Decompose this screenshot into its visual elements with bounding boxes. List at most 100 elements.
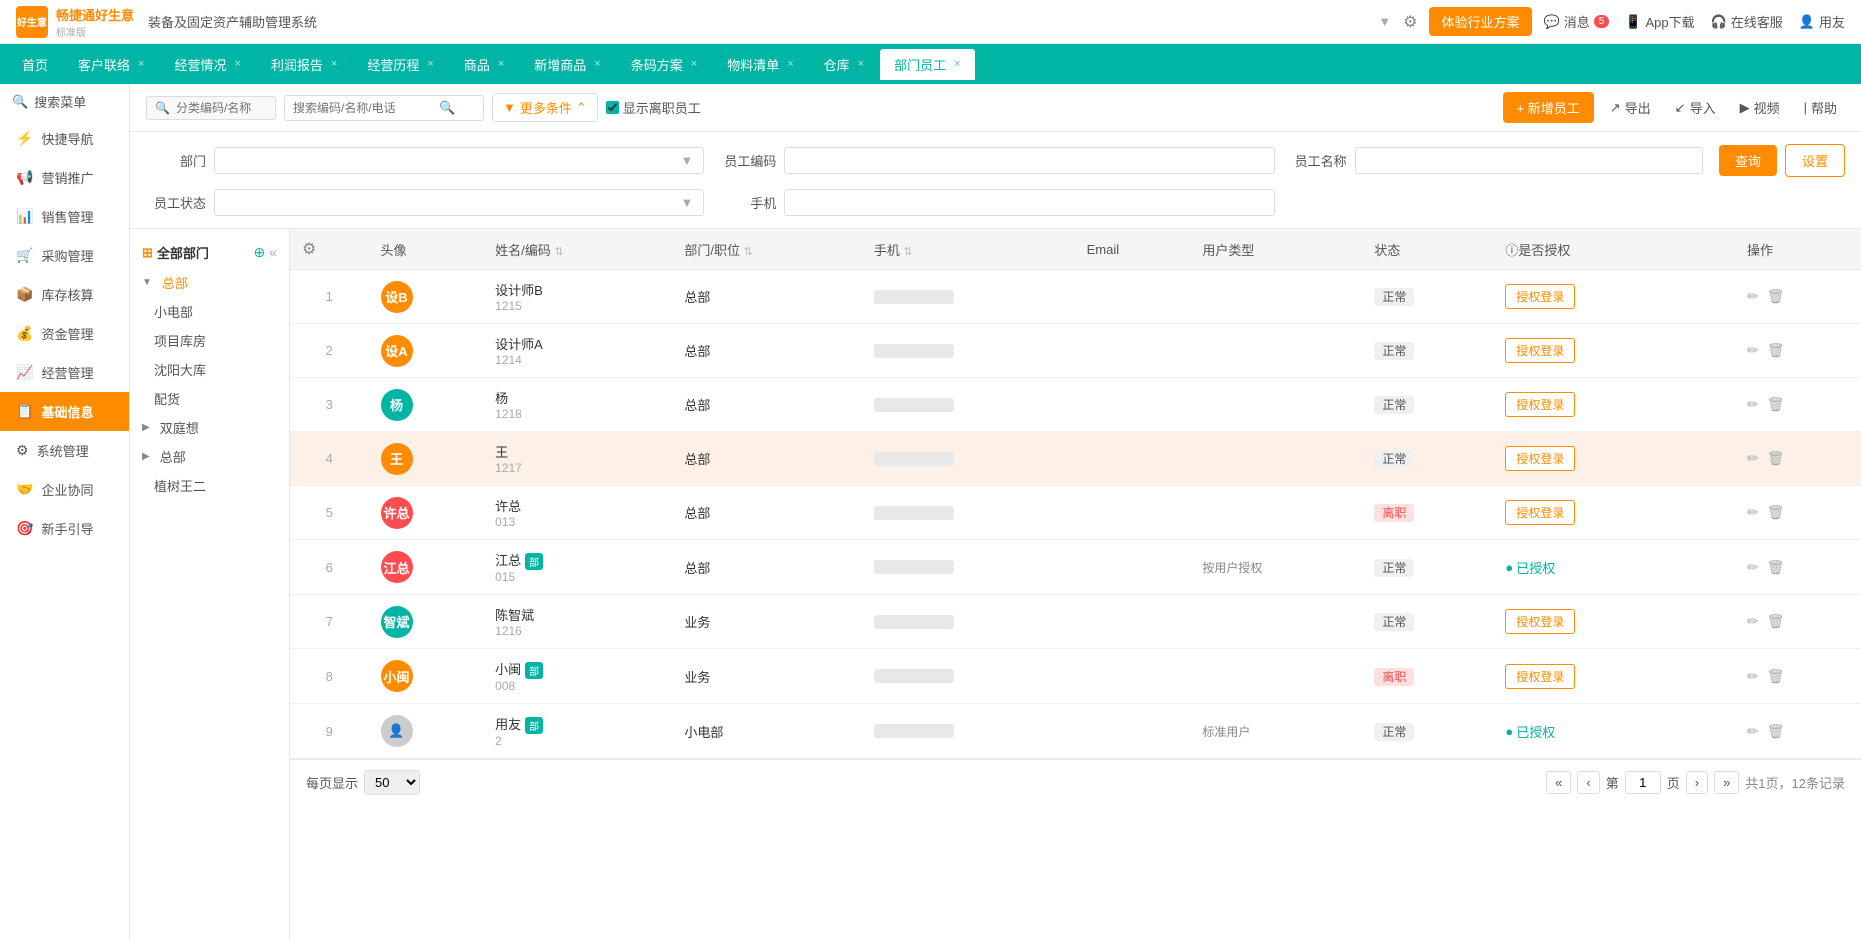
auth-button[interactable]: 授权登录 [1505, 500, 1575, 525]
export-button[interactable]: ↗ 导出 [1602, 94, 1659, 121]
tab-employee[interactable]: 部门员工 × [880, 49, 974, 80]
dept-item-zhishu[interactable]: 植树王二 [138, 471, 289, 500]
dept-item-peihuo[interactable]: 配货 [138, 384, 289, 413]
auth-button[interactable]: 授权登录 [1505, 338, 1575, 363]
page-number-input[interactable] [1625, 771, 1661, 794]
close-icon[interactable]: × [234, 58, 240, 70]
emp-name-input[interactable] [1355, 147, 1703, 174]
classify-search-input[interactable] [176, 101, 266, 115]
close-icon[interactable]: × [427, 58, 433, 70]
sidebar-item-inventory[interactable]: 📦库存核算 [0, 275, 129, 314]
show-resign-toggle[interactable]: 显示离职员工 [606, 98, 701, 117]
dept-item-shuangting[interactable]: ▶双庭想 [130, 413, 289, 442]
sidebar-item-purchase[interactable]: 🛒采购管理 [0, 236, 129, 275]
close-icon[interactable]: × [594, 58, 600, 70]
edit-icon[interactable]: ✏ [1747, 342, 1759, 359]
first-page-btn[interactable]: « [1546, 771, 1571, 794]
col-phone[interactable]: 手机 ⇅ [862, 229, 1075, 270]
delete-icon[interactable]: 🗑 [1767, 559, 1785, 576]
close-icon[interactable]: × [138, 58, 144, 70]
delete-icon[interactable]: 🗑 [1767, 723, 1785, 740]
tab-bom[interactable]: 物料清单 × [713, 49, 807, 80]
dept-item-shenyang[interactable]: 沈阳大库 [138, 355, 289, 384]
tab-goods[interactable]: 商品 × [450, 49, 518, 80]
view-button[interactable]: ▶ 视频 [1732, 94, 1788, 121]
close-icon[interactable]: × [498, 58, 504, 70]
dept-item-project[interactable]: 项目库房 [138, 326, 289, 355]
edit-icon[interactable]: ✏ [1747, 559, 1759, 576]
close-icon[interactable]: × [691, 58, 697, 70]
delete-icon[interactable]: 🗑 [1767, 450, 1785, 467]
tab-barcode[interactable]: 条码方案 × [617, 49, 711, 80]
next-page-btn[interactable]: › [1686, 771, 1708, 794]
edit-icon[interactable]: ✏ [1747, 504, 1759, 521]
close-icon[interactable]: × [954, 58, 960, 70]
employee-search-input[interactable] [293, 101, 433, 115]
delete-icon[interactable]: 🗑 [1767, 288, 1785, 305]
edit-icon[interactable]: ✏ [1747, 613, 1759, 630]
add-employee-button[interactable]: + 新增员工 [1503, 92, 1594, 123]
tab-home[interactable]: 首页 [8, 49, 62, 80]
more-filter-btn[interactable]: ▼ 更多条件 ⌃ [492, 93, 598, 122]
tab-profit[interactable]: 利润报告 × [257, 49, 351, 80]
edit-icon[interactable]: ✏ [1747, 396, 1759, 413]
help-button[interactable]: | 帮助 [1796, 94, 1845, 121]
query-button[interactable]: 查询 [1719, 145, 1777, 176]
search-icon[interactable]: 🔍 [439, 100, 455, 116]
import-button[interactable]: ↙ 导入 [1667, 94, 1724, 121]
tab-add-goods[interactable]: 新增商品 × [520, 49, 614, 80]
tab-warehouse[interactable]: 仓库 × [810, 49, 878, 80]
auth-button[interactable]: 授权登录 [1505, 446, 1575, 471]
col-settings[interactable]: ⚙ [290, 229, 369, 270]
dept-item-zongbu2[interactable]: ▶总部 [130, 442, 289, 471]
app-download-action[interactable]: 📱 App下载 [1625, 12, 1694, 31]
page-size-select[interactable]: 50 100 200 [364, 770, 420, 795]
dropdown-arrow-icon[interactable]: ▼ [1378, 14, 1391, 29]
delete-icon[interactable]: 🗑 [1767, 668, 1785, 685]
close-icon[interactable]: × [331, 58, 337, 70]
show-resign-checkbox[interactable] [606, 101, 619, 114]
settings-icon[interactable]: ⚙ [302, 241, 316, 258]
sidebar-item-sales[interactable]: 📊销售管理 [0, 197, 129, 236]
auth-button[interactable]: 授权登录 [1505, 664, 1575, 689]
phone-input[interactable] [784, 189, 1274, 216]
emp-status-select[interactable]: ▼ [214, 189, 704, 216]
sidebar-item-nav[interactable]: ⚡快捷导航 [0, 119, 129, 158]
sidebar-item-marketing[interactable]: 📢营销推广 [0, 158, 129, 197]
sidebar-item-management[interactable]: 📈经营管理 [0, 353, 129, 392]
edit-icon[interactable]: ✏ [1747, 288, 1759, 305]
auth-button[interactable]: 授权登录 [1505, 284, 1575, 309]
emp-code-input[interactable] [784, 147, 1274, 174]
tab-journey[interactable]: 经营历程 × [353, 49, 447, 80]
auth-button[interactable]: 授权登录 [1505, 392, 1575, 417]
dept-filter-select[interactable]: ▼ [214, 147, 704, 174]
edit-icon[interactable]: ✏ [1747, 450, 1759, 467]
reset-button[interactable]: 设置 [1785, 144, 1845, 177]
delete-icon[interactable]: 🗑 [1767, 504, 1785, 521]
auth-button[interactable]: 授权登录 [1505, 609, 1575, 634]
message-action[interactable]: 💬 消息 5 [1544, 12, 1610, 31]
prev-page-btn[interactable]: ‹ [1577, 771, 1599, 794]
close-icon[interactable]: × [787, 58, 793, 70]
classify-search-box[interactable]: 🔍 [146, 96, 276, 120]
dept-collapse-icon[interactable]: « [269, 244, 277, 261]
sidebar-item-collab[interactable]: 🤝企业协同 [0, 470, 129, 509]
dept-add-icon[interactable]: ⊕ [253, 244, 265, 261]
user-action[interactable]: 👤 用友 [1799, 12, 1845, 31]
col-dept[interactable]: 部门/职位 ⇅ [672, 229, 861, 270]
gear-icon[interactable]: ⚙ [1403, 12, 1417, 32]
edit-icon[interactable]: ✏ [1747, 723, 1759, 740]
delete-icon[interactable]: 🗑 [1767, 342, 1785, 359]
sidebar-item-finance[interactable]: 💰资金管理 [0, 314, 129, 353]
col-name[interactable]: 姓名/编码 ⇅ [483, 229, 672, 270]
last-page-btn[interactable]: » [1714, 771, 1739, 794]
delete-icon[interactable]: 🗑 [1767, 613, 1785, 630]
sidebar-item-system[interactable]: ⚙系统管理 [0, 431, 129, 470]
sidebar-item-search[interactable]: 🔍 搜索菜单 [0, 84, 129, 119]
delete-icon[interactable]: 🗑 [1767, 396, 1785, 413]
tab-customer[interactable]: 客户联络 × [64, 49, 158, 80]
close-icon[interactable]: × [858, 58, 864, 70]
trial-button[interactable]: 体验行业方案 [1429, 7, 1531, 36]
tab-operation[interactable]: 经营情况 × [160, 49, 254, 80]
dept-item-xiaodian[interactable]: 小电部 [138, 297, 289, 326]
